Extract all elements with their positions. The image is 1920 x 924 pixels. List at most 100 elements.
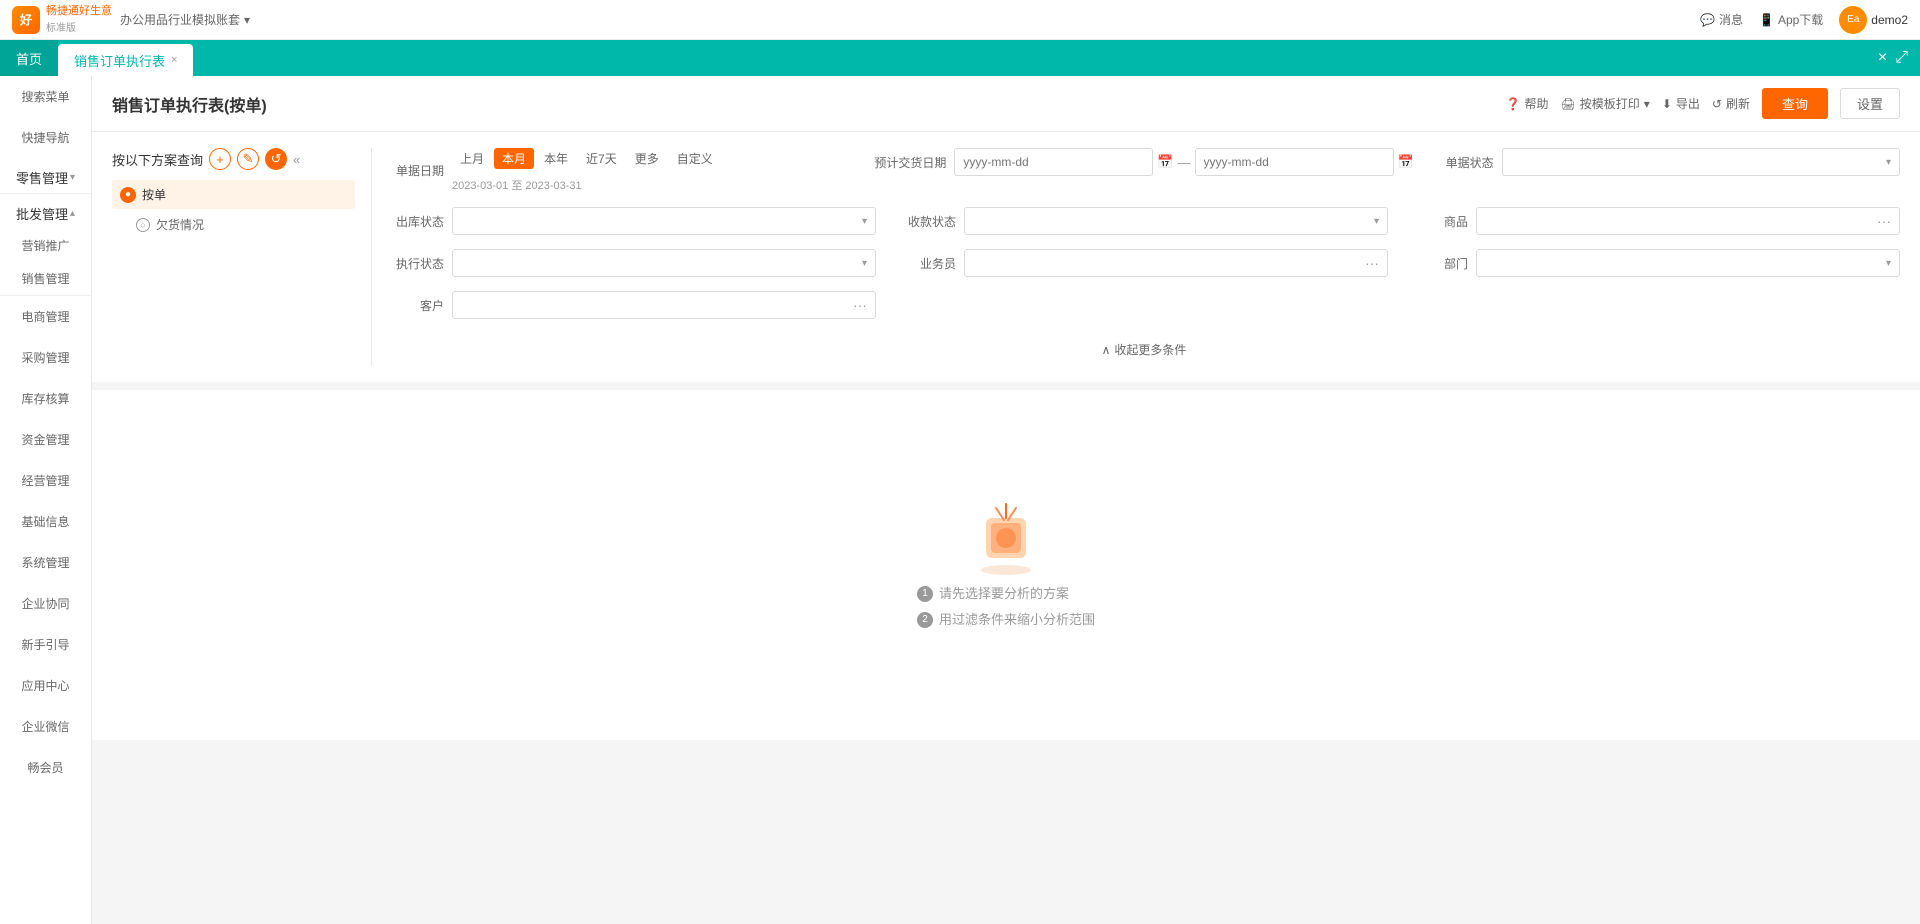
exec-label: 执行状态 (388, 255, 444, 272)
sidebar-item-finance[interactable]: 资金管理 (0, 419, 91, 460)
receipt-select[interactable]: ▾ (964, 207, 1388, 235)
filter-scheme-panel: 按以下方案查询 + ✎ ↺ « ● 按单 ○ 畅会员 (112, 148, 372, 366)
salesman-select[interactable]: ··· (964, 249, 1388, 277)
sidebar: 搜索菜单 快捷导航 零售管理 ▾ 批发管理 ▴ 营销推广 销售管理 电商管理 采… (0, 76, 92, 924)
scheme-collapse-btn[interactable]: « (293, 152, 300, 167)
scheme-edit-btn[interactable]: ✎ (237, 148, 259, 170)
filter-row-1: 单据日期 上月 本月 本年 近7天 更多 自定义 20 (388, 148, 1900, 193)
date-tab-this-month[interactable]: 本月 (494, 148, 534, 169)
calendar-icon-2[interactable]: 📅 (1398, 154, 1414, 170)
industry-arrow: ▾ (244, 13, 250, 27)
sidebar-item-purchase[interactable]: 采购管理 (0, 337, 91, 378)
tab-close-icon[interactable]: × (171, 54, 177, 66)
filter-fields: 单据日期 上月 本月 本年 近7天 更多 自定义 20 (388, 148, 1900, 366)
sidebar-item-basic[interactable]: 基础信息 (0, 501, 91, 542)
refresh-btn[interactable]: ↺ 刷新 (1712, 95, 1750, 112)
sidebar-item-retail[interactable]: 零售管理 ▾ (0, 158, 91, 193)
filter-layout: 按以下方案查询 + ✎ ↺ « ● 按单 ○ 畅会员 (112, 148, 1900, 366)
scheme-item-by-order[interactable]: ● 按单 (112, 180, 355, 209)
industry-selector[interactable]: 办公用品行业模拟账套 ▾ (120, 11, 250, 28)
export-btn[interactable]: ⬇ 导出 (1662, 95, 1700, 112)
tip-text-1: 请先选择要分析的方案 (939, 581, 1069, 607)
collapse-icon: ∧ (1102, 343, 1111, 357)
sidebar-item-enterprise[interactable]: 企业协同 (0, 583, 91, 624)
tip-num-2: 2 (917, 612, 933, 628)
empty-tip: 1 请先选择要分析的方案 2 用过滤条件来缩小分析范围 (917, 581, 1095, 633)
exec-select[interactable]: ▾ (452, 249, 876, 277)
sidebar-item-inventory[interactable]: 库存核算 (0, 378, 91, 419)
customer-select[interactable]: ··· (452, 291, 876, 319)
print-label: 按模板打印 (1580, 95, 1640, 112)
receipt-arrow-icon: ▾ (1374, 216, 1379, 227)
avatar: Ea (1839, 6, 1867, 34)
top-bar: 好 畅捷通好生意 标准版 办公用品行业模拟账套 ▾ 💬 消息 📱 App下载 E… (0, 0, 1920, 40)
sidebar-item-member[interactable]: 畅会员 (0, 747, 91, 788)
goods-select[interactable]: ··· (1476, 207, 1900, 235)
delivery-arrow-icon: ▾ (862, 216, 867, 227)
help-btn[interactable]: ❓ 帮助 (1506, 95, 1549, 112)
date-tab-7days[interactable]: 近7天 (578, 148, 625, 169)
main-layout: 搜索菜单 快捷导航 零售管理 ▾ 批发管理 ▴ 营销推广 销售管理 电商管理 采… (0, 76, 1920, 924)
sidebar-item-ecommerce[interactable]: 电商管理 (0, 296, 91, 337)
goods-label: 商品 (1412, 213, 1468, 230)
empty-tip-row-2: 2 用过滤条件来缩小分析范围 (917, 607, 1095, 633)
app-download-label: App下载 (1778, 11, 1823, 28)
app-download-action[interactable]: 📱 App下载 (1759, 11, 1823, 28)
sidebar-item-search-menu[interactable]: 搜索菜单 (0, 76, 91, 117)
sidebar-item-marketing[interactable]: 营销推广 (0, 229, 91, 262)
collapse-bar[interactable]: ∧ 收起更多条件 (388, 333, 1900, 366)
expected-date-start-input[interactable] (954, 148, 1153, 176)
date-tab-last-month[interactable]: 上月 (452, 148, 492, 169)
window-maximize-btn[interactable]: ⤢ (1895, 49, 1908, 67)
scheme-refresh-btn[interactable]: ↺ (265, 148, 287, 170)
sidebar-item-newbie[interactable]: 新手引导 (0, 624, 91, 665)
scheme-title-label: 按以下方案查询 (112, 150, 203, 169)
status-select[interactable]: ▾ (1502, 148, 1900, 176)
scheme-sub-item-shortage[interactable]: ○ 畅会员 欠货情况 (112, 211, 355, 238)
sidebar-item-system[interactable]: 系统管理 (0, 542, 91, 583)
delivery-select[interactable]: ▾ (452, 207, 876, 235)
sales-exec-tab-label: 销售订单执行表 (74, 51, 165, 70)
sidebar-item-corp-wechat[interactable]: 企业微信 (0, 706, 91, 747)
customer-label: 客户 (388, 297, 444, 314)
salesman-label: 业务员 (900, 255, 956, 272)
tab-spacer (193, 40, 1865, 76)
user-area[interactable]: Ea demo2 (1839, 6, 1908, 34)
status-arrow-icon: ▾ (1886, 157, 1891, 168)
message-action[interactable]: 💬 消息 (1700, 11, 1743, 28)
window-close-btn[interactable]: × (1878, 49, 1887, 67)
date-tab-this-year[interactable]: 本年 (536, 148, 576, 169)
refresh-icon: ↺ (1712, 97, 1722, 111)
quick-date-tabs: 上月 本月 本年 近7天 更多 自定义 (452, 148, 850, 169)
help-icon: ❓ (1506, 97, 1521, 111)
tab-sales-exec[interactable]: 销售订单执行表 × (58, 44, 193, 76)
expected-date-range: 📅 — 📅 (954, 148, 1413, 176)
sidebar-item-operations[interactable]: 经营管理 (0, 460, 91, 501)
dept-select[interactable]: ▾ (1476, 249, 1900, 277)
empty-state: 1 请先选择要分析的方案 2 用过滤条件来缩小分析范围 (92, 390, 1920, 740)
tab-home[interactable]: 首页 (0, 40, 58, 76)
user-name: demo2 (1871, 13, 1908, 27)
expected-date-end-input[interactable] (1195, 148, 1394, 176)
calendar-icon-1[interactable]: 📅 (1157, 154, 1173, 170)
logo-sub: 标准版 (46, 19, 112, 34)
sidebar-item-sales[interactable]: 销售管理 (0, 262, 91, 295)
date-sep: — (1178, 155, 1191, 170)
settings-button[interactable]: 设置 (1840, 88, 1900, 119)
tip-num-1: 1 (917, 586, 933, 602)
retail-arrow: ▾ (70, 172, 75, 183)
sidebar-item-wholesale[interactable]: 批发管理 ▴ (0, 194, 91, 229)
sidebar-item-app-center[interactable]: 应用中心 (0, 665, 91, 706)
date-tab-custom[interactable]: 自定义 (669, 148, 721, 169)
query-button[interactable]: 查询 (1762, 88, 1828, 119)
sidebar-item-quick-nav[interactable]: 快捷导航 (0, 117, 91, 158)
scheme-actions: + ✎ ↺ « (209, 148, 300, 170)
filter-field-customer: 客户 ··· (388, 291, 876, 319)
print-template-btn[interactable]: 🖨 按模板打印 ▾ (1561, 95, 1650, 112)
sidebar-section-retail: 零售管理 ▾ (0, 158, 91, 194)
date-tab-more[interactable]: 更多 (627, 148, 667, 169)
scheme-add-btn[interactable]: + (209, 148, 231, 170)
top-bar-right: 💬 消息 📱 App下载 Ea demo2 (1700, 6, 1908, 34)
date-group: 上月 本月 本年 近7天 更多 自定义 2023-03-01 至 2023-03… (452, 148, 850, 193)
export-icon: ⬇ (1662, 97, 1672, 111)
